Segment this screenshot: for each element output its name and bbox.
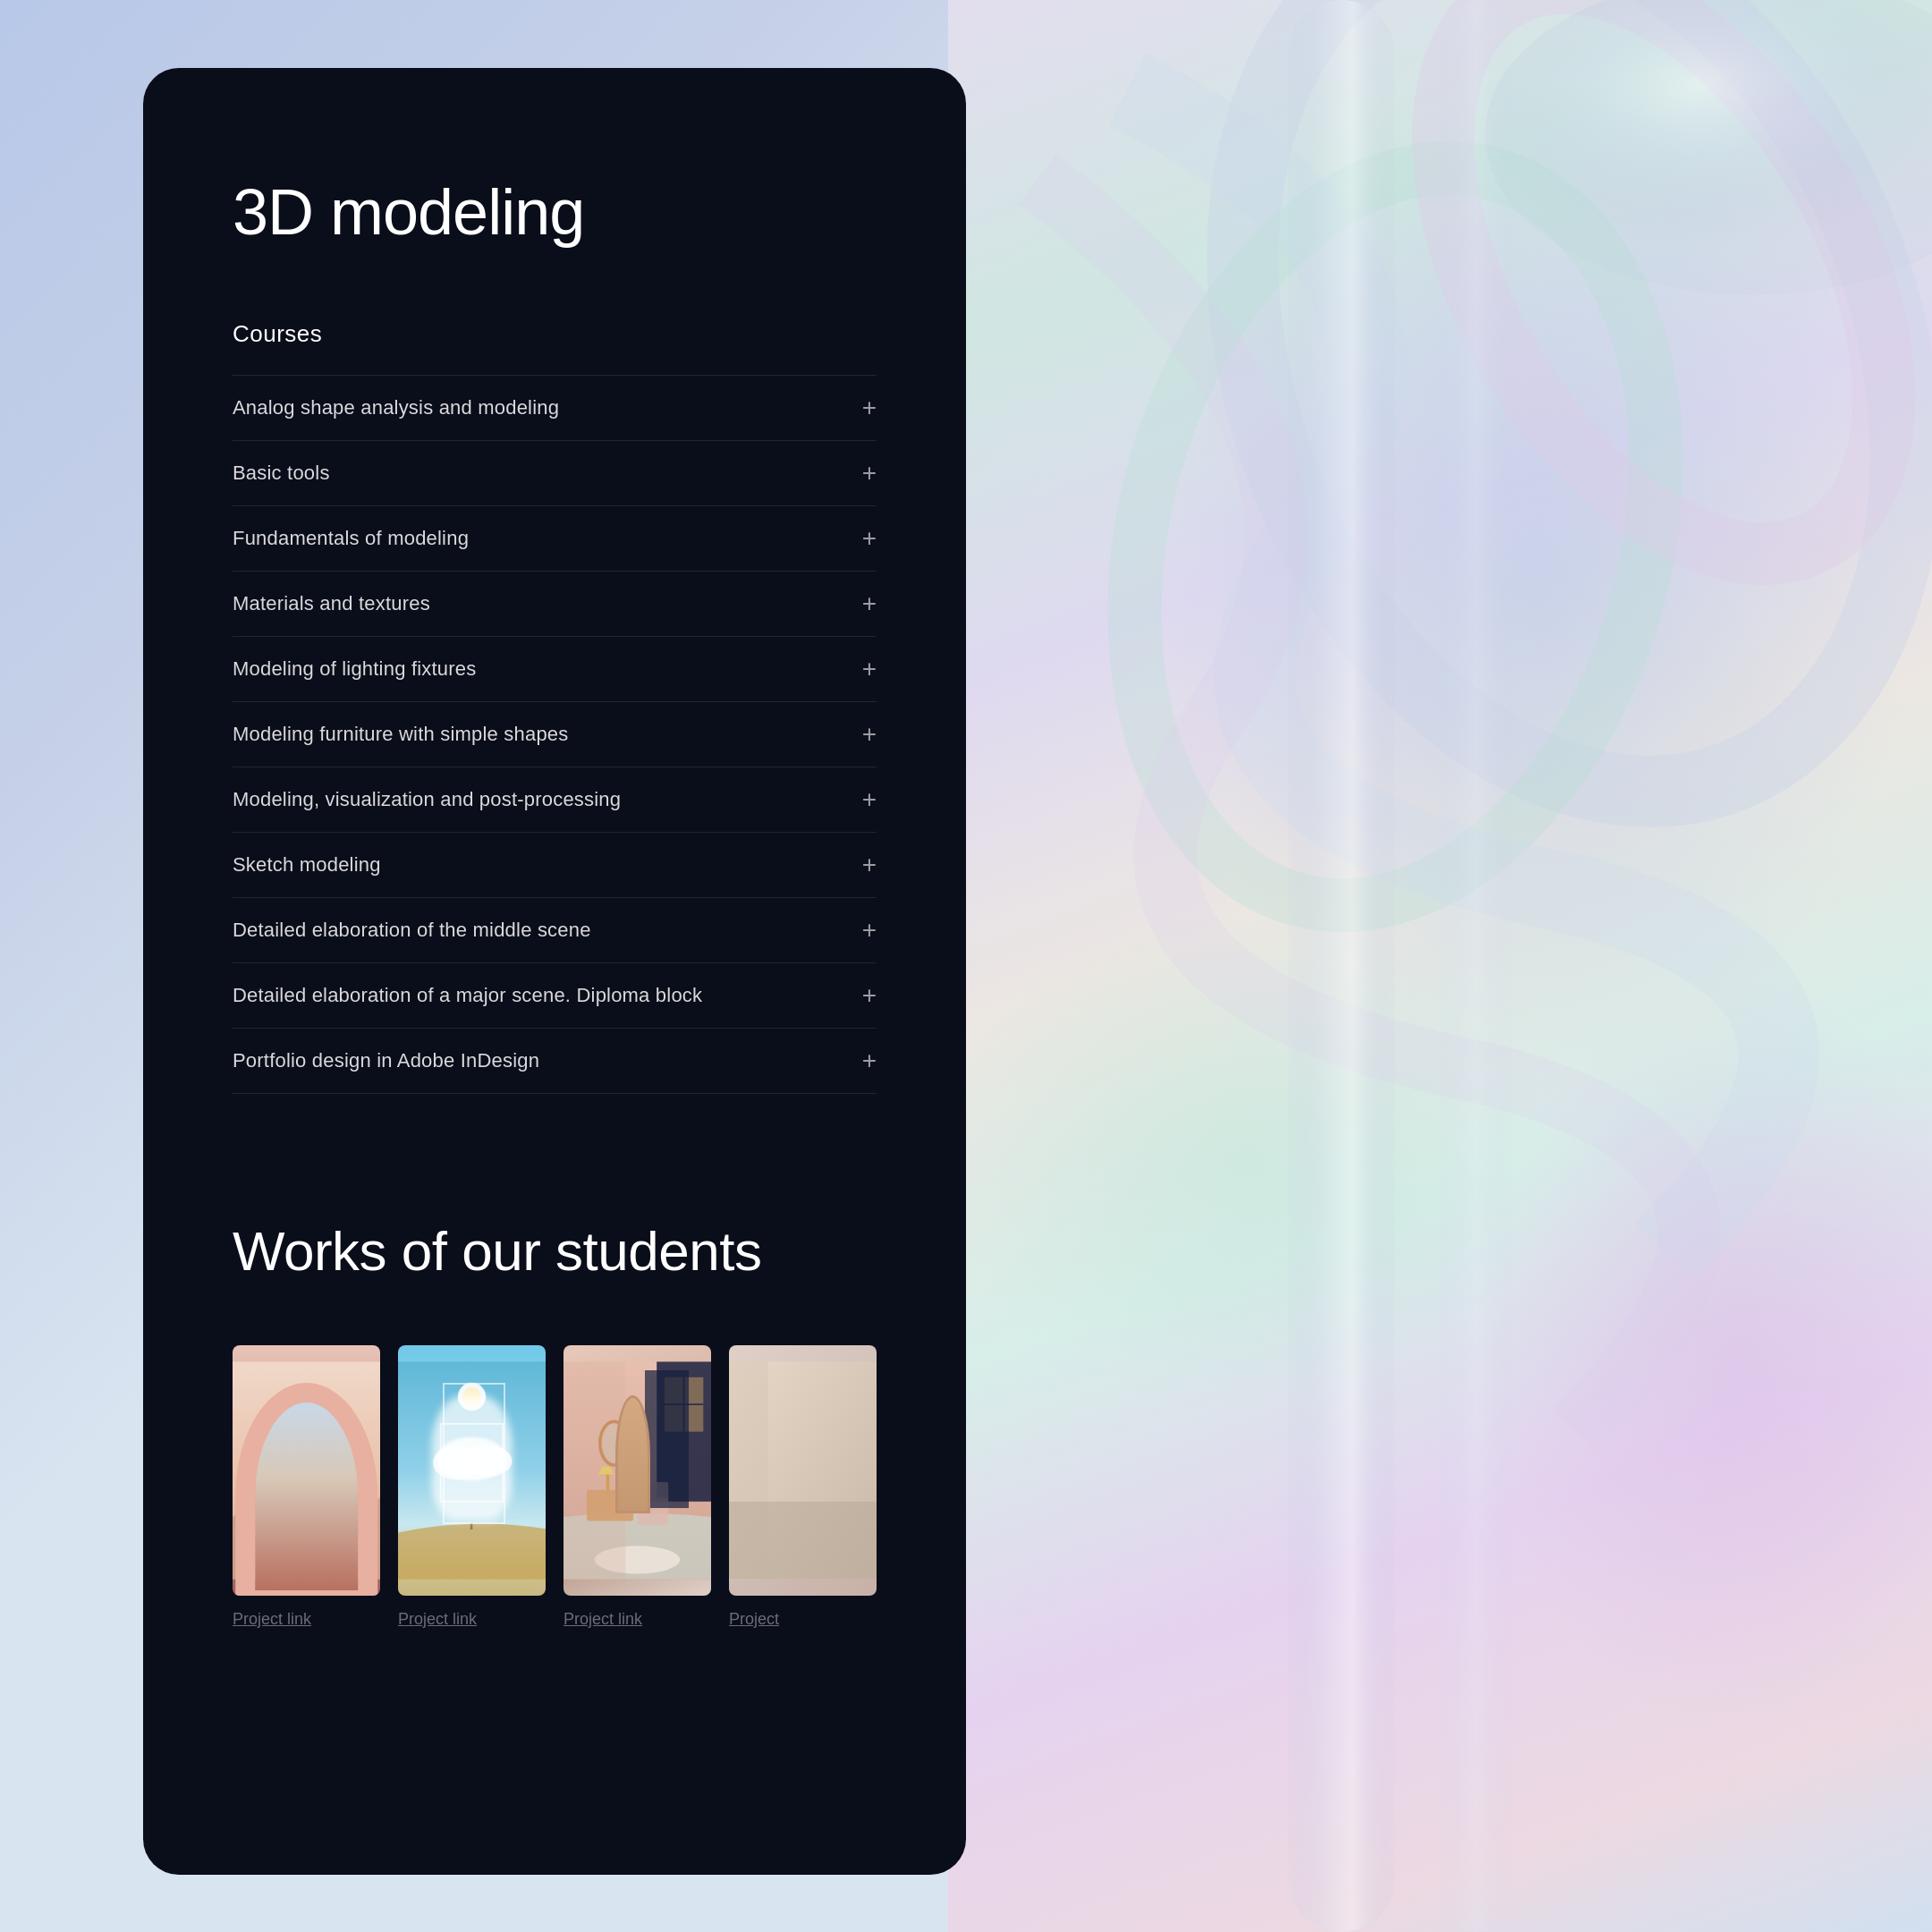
svg-point-5 [1485,0,1932,295]
svg-rect-35 [633,1482,668,1502]
project-link-1[interactable]: Project link [233,1610,380,1629]
course-item-5[interactable]: Modeling of lighting fixtures + [233,637,877,702]
work-item-3: Project link [564,1345,711,1629]
project-link-4[interactable]: Project [729,1610,877,1629]
svg-rect-12 [233,1525,380,1580]
svg-rect-22 [470,1523,473,1530]
main-card: 3D modeling Courses Analog shape analysi… [143,68,966,1875]
course-name-4: Materials and textures [233,592,430,615]
page-title: 3D modeling [233,175,877,249]
course-name-1: Analog shape analysis and modeling [233,396,559,419]
course-expand-icon-10: + [862,983,877,1008]
course-expand-icon-9: + [862,918,877,943]
course-name-5: Modeling of lighting fixtures [233,657,476,681]
svg-rect-25 [564,1361,625,1579]
course-name-11: Portfolio design in Adobe InDesign [233,1049,539,1072]
course-item-7[interactable]: Modeling, visualization and post-process… [233,767,877,833]
course-name-9: Detailed elaboration of the middle scene [233,919,591,942]
course-expand-icon-2: + [862,461,877,486]
course-item-8[interactable]: Sketch modeling + [233,833,877,898]
course-expand-icon-3: + [862,526,877,551]
course-item-4[interactable]: Materials and textures + [233,572,877,637]
course-item-2[interactable]: Basic tools + [233,441,877,506]
courses-label: Courses [233,320,877,348]
work-image-4 [729,1345,877,1596]
svg-point-20 [433,1445,479,1479]
project-link-3[interactable]: Project link [564,1610,711,1629]
course-expand-icon-1: + [862,395,877,420]
project-link-2[interactable]: Project link [398,1610,546,1629]
course-expand-icon-8: + [862,852,877,877]
svg-rect-18 [441,1424,503,1502]
works-title: Works of our students [233,1219,877,1283]
svg-point-31 [603,1425,624,1462]
courses-section: Courses Analog shape analysis and modeli… [233,320,877,1094]
work-item-4: Project [729,1345,877,1629]
course-item-1[interactable]: Analog shape analysis and modeling + [233,376,877,441]
course-item-11[interactable]: Portfolio design in Adobe InDesign + [233,1029,877,1094]
course-name-2: Basic tools [233,462,330,485]
svg-point-21 [462,1445,513,1477]
course-item-10[interactable]: Detailed elaboration of a major scene. D… [233,963,877,1029]
work-item-2: Project link [398,1345,546,1629]
work-item-1: Project link [233,1345,380,1629]
course-name-7: Modeling, visualization and post-process… [233,788,621,811]
course-name-6: Modeling furniture with simple shapes [233,723,568,746]
course-item-6[interactable]: Modeling furniture with simple shapes + [233,702,877,767]
svg-rect-33 [606,1474,609,1489]
svg-point-14 [301,1504,309,1513]
course-expand-icon-4: + [862,591,877,616]
course-list: Analog shape analysis and modeling + Bas… [233,375,877,1094]
svg-point-16 [458,1383,486,1411]
svg-rect-32 [587,1490,633,1521]
course-expand-icon-5: + [862,657,877,682]
work-image-3 [564,1345,711,1596]
work-image-1 [233,1345,380,1596]
course-item-9[interactable]: Detailed elaboration of the middle scene… [233,898,877,963]
svg-rect-34 [638,1497,669,1524]
svg-rect-4 [1440,0,1512,1932]
course-expand-icon-11: + [862,1048,877,1073]
svg-rect-3 [1288,0,1395,1932]
course-item-3[interactable]: Fundamentals of modeling + [233,506,877,572]
course-name-3: Fundamentals of modeling [233,527,469,550]
work-image-2 [398,1345,546,1596]
bg-swirl [948,0,1932,1932]
svg-rect-11 [233,1361,380,1579]
svg-rect-13 [301,1513,307,1533]
works-grid: Project link [233,1345,877,1629]
works-section: Works of our students [233,1183,877,1629]
svg-point-19 [436,1437,506,1481]
svg-point-17 [462,1387,481,1406]
course-name-10: Detailed elaboration of a major scene. D… [233,984,702,1007]
course-expand-icon-7: + [862,787,877,812]
course-expand-icon-6: + [862,722,877,747]
course-name-8: Sketch modeling [233,853,381,877]
